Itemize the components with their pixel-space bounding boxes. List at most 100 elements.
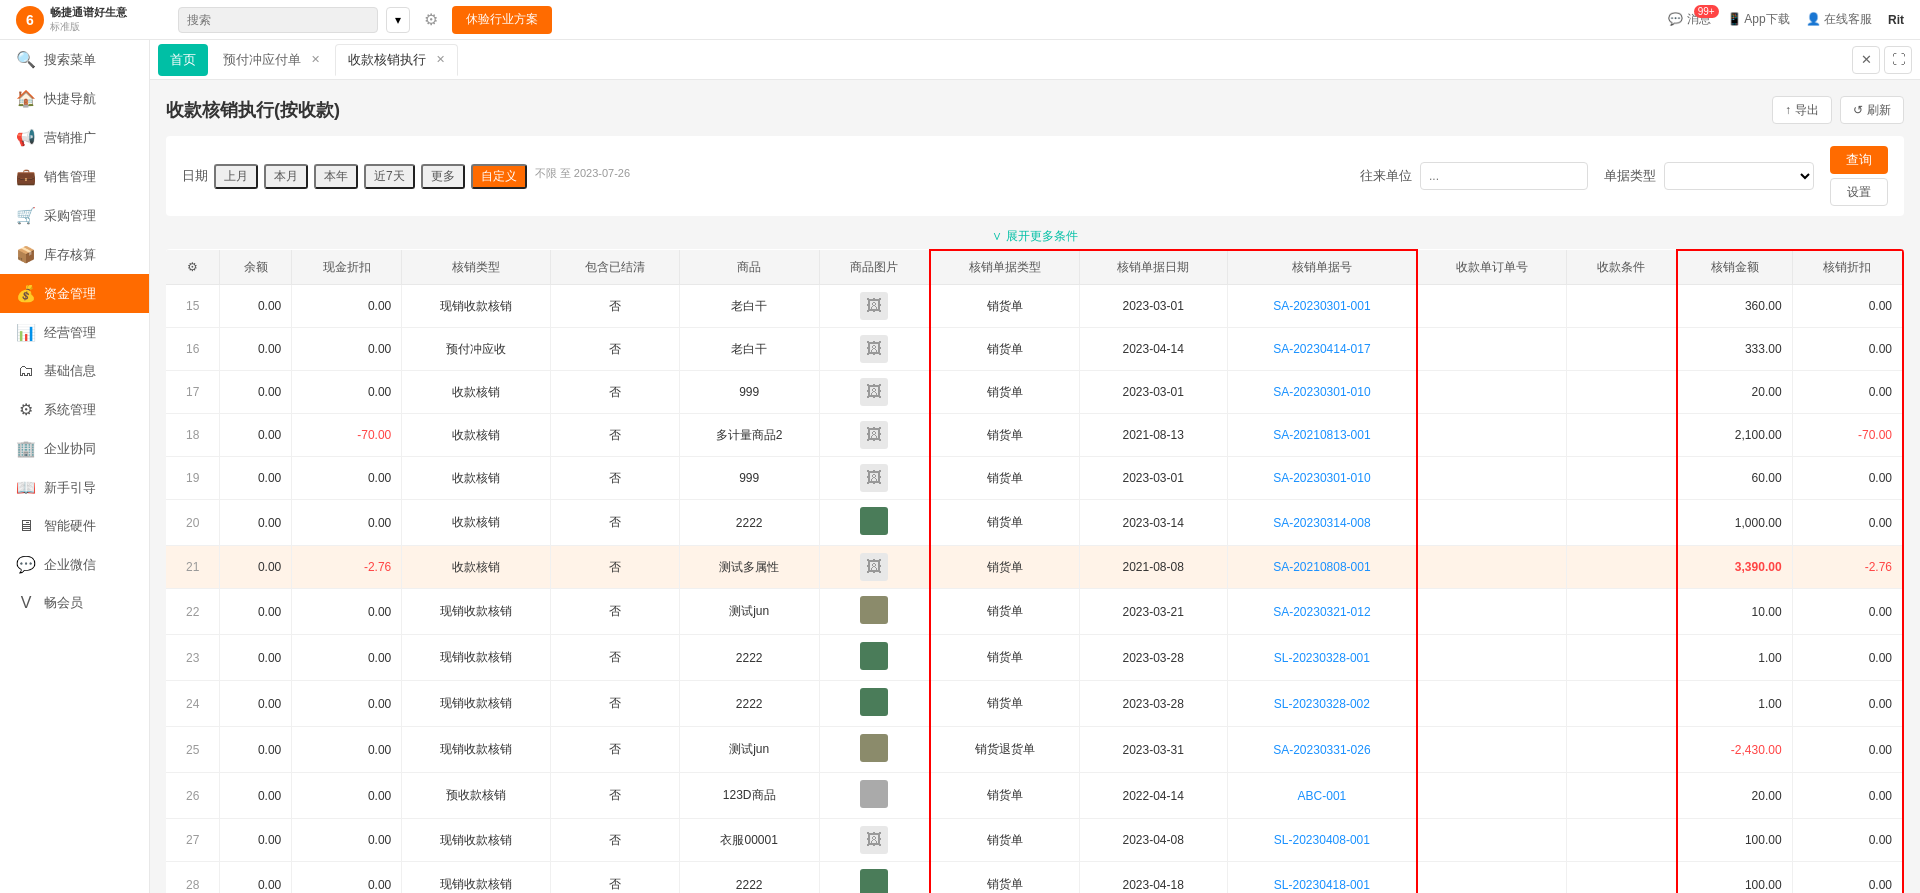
app-download[interactable]: 📱 App下载 [1727,11,1790,28]
bill-no-link[interactable]: SA-20230331-026 [1273,743,1370,757]
sidebar-item-wechat[interactable]: 💬 企业微信 [0,545,149,584]
tab-receipt[interactable]: 收款核销执行 ✕ [335,44,458,76]
bill-no-link[interactable]: SL-20230408-001 [1274,833,1370,847]
row-verify-type: 预付冲应收 [402,328,550,371]
sidebar-item-guide[interactable]: 📖 新手引导 [0,468,149,507]
filter-last-month[interactable]: 上月 [214,164,258,189]
sidebar-item-marketing[interactable]: 📢 营销推广 [0,118,149,157]
row-product-img [819,635,930,681]
sidebar-item-inventory[interactable]: 📦 库存核算 [0,235,149,274]
row-verify-type: 收款核销 [402,500,550,546]
sidebar: 🔍 搜索菜单 🏠 快捷导航 📢 营销推广 💼 销售管理 🛒 采购管理 📦 库存核… [0,40,150,893]
row-product: 多计量商品2 [679,414,819,457]
row-settings[interactable]: 20 [166,500,220,546]
row-settings[interactable]: 15 [166,285,220,328]
row-verify-discount: 0.00 [1792,862,1903,894]
bill-no-link[interactable]: SA-20210813-001 [1273,428,1370,442]
close-window-btn[interactable]: ✕ [1852,46,1880,74]
row-settings[interactable]: 23 [166,635,220,681]
sidebar-item-quick-nav[interactable]: 🏠 快捷导航 [0,79,149,118]
row-settings[interactable]: 25 [166,727,220,773]
sidebar-item-sales[interactable]: 💼 销售管理 [0,157,149,196]
sidebar-item-member[interactable]: V 畅会员 [0,584,149,622]
sidebar-item-finance[interactable]: 💰 资金管理 [0,274,149,313]
row-product-img: 🖼 [819,819,930,862]
table-row: 15 0.00 0.00 现销收款核销 否 老白干 🖼 销货单 2023-03-… [166,285,1903,328]
row-settings[interactable]: 17 [166,371,220,414]
row-product: 老白干 [679,328,819,371]
setting-btn[interactable]: 设置 [1830,178,1888,206]
product-image: 🖼 [860,826,888,854]
bill-type-select[interactable] [1664,162,1814,190]
tab-close-receipt[interactable]: ✕ [436,53,445,66]
bill-no-link[interactable]: SA-20210808-001 [1273,560,1370,574]
service-icon: 👤 [1806,12,1821,26]
bill-no-link[interactable]: SL-20230418-001 [1274,878,1370,892]
sidebar-item-base[interactable]: 🗂 基础信息 [0,352,149,390]
refresh-icon: ↺ [1853,103,1863,117]
bill-no-link[interactable]: SA-20230301-010 [1273,385,1370,399]
row-verify-bill-no: SA-20230314-008 [1227,500,1417,546]
row-verify-bill-type: 销货单 [930,414,1079,457]
row-settings[interactable]: 16 [166,328,220,371]
finance-icon: 💰 [16,284,36,303]
maximize-btn[interactable]: ⛶ [1884,46,1912,74]
tab-home[interactable]: 首页 [158,44,208,76]
sidebar-item-ops[interactable]: 📊 经营管理 [0,313,149,352]
row-verify-bill-date: 2022-04-14 [1079,773,1227,819]
bill-no-link[interactable]: SA-20230414-017 [1273,342,1370,356]
sidebar-item-corp[interactable]: 🏢 企业协同 [0,429,149,468]
product-image: 🖼 [860,464,888,492]
query-btn[interactable]: 查询 [1830,146,1888,174]
gear-icon-btn[interactable]: ⚙ [418,7,444,33]
bill-no-link[interactable]: SL-20230328-002 [1274,697,1370,711]
row-verify-type: 现销收款核销 [402,681,550,727]
row-settings[interactable]: 24 [166,681,220,727]
row-verify-bill-type: 销货单 [930,546,1079,589]
sidebar-item-search[interactable]: 🔍 搜索菜单 [0,40,149,79]
row-settings[interactable]: 19 [166,457,220,500]
row-settings[interactable]: 22 [166,589,220,635]
bill-no-link[interactable]: SA-20230301-010 [1273,471,1370,485]
sidebar-item-purchase[interactable]: 🛒 采购管理 [0,196,149,235]
row-settings[interactable]: 26 [166,773,220,819]
tab-prepay[interactable]: 预付冲应付单 ✕ [210,44,333,76]
filter-more[interactable]: 更多 [421,164,465,189]
table-row: 23 0.00 0.00 现销收款核销 否 2222 销货单 2023-03-2… [166,635,1903,681]
hardware-icon: 🖥 [16,517,36,535]
bill-no-link[interactable]: ABC-001 [1298,789,1347,803]
filter-custom[interactable]: 自定义 [471,164,527,189]
row-settings[interactable]: 21 [166,546,220,589]
sidebar-item-hardware[interactable]: 🖥 智能硬件 [0,507,149,545]
row-balance: 0.00 [220,328,292,371]
bill-no-link[interactable]: SA-20230321-012 [1273,605,1370,619]
filter-this-month[interactable]: 本月 [264,164,308,189]
row-verify-bill-date: 2023-03-14 [1079,500,1227,546]
col-settings[interactable]: ⚙ [166,250,220,285]
export-btn[interactable]: ↑ 导出 [1772,96,1832,124]
dropdown-button[interactable]: ▾ [386,7,410,33]
row-settings[interactable]: 18 [166,414,220,457]
tab-close-prepay[interactable]: ✕ [311,53,320,66]
row-settings[interactable]: 28 [166,862,220,894]
notification[interactable]: 💬 消息 99+ [1668,11,1710,28]
refresh-btn[interactable]: ↺ 刷新 [1840,96,1904,124]
row-receipt-condition [1566,681,1677,727]
row-settings[interactable]: 27 [166,819,220,862]
bill-no-link[interactable]: SA-20230314-008 [1273,516,1370,530]
row-verify-amount: -2,430.00 [1677,727,1792,773]
row-product: 123D商品 [679,773,819,819]
sidebar-item-system[interactable]: ⚙ 系统管理 [0,390,149,429]
from-unit-input[interactable] [1420,162,1588,190]
filter-this-year[interactable]: 本年 [314,164,358,189]
filter-7days[interactable]: 近7天 [364,164,415,189]
industry-btn[interactable]: 休验行业方案 [452,6,552,34]
product-image [860,507,888,535]
bill-no-link[interactable]: SL-20230328-001 [1274,651,1370,665]
row-verify-type: 现销收款核销 [402,862,550,894]
bill-no-link[interactable]: SA-20230301-001 [1273,299,1370,313]
search-input[interactable] [178,7,378,33]
row-verify-bill-date: 2023-03-28 [1079,681,1227,727]
expand-bar[interactable]: ∨ 展开更多条件 [166,224,1904,249]
online-service[interactable]: 👤 在线客服 [1806,11,1872,28]
